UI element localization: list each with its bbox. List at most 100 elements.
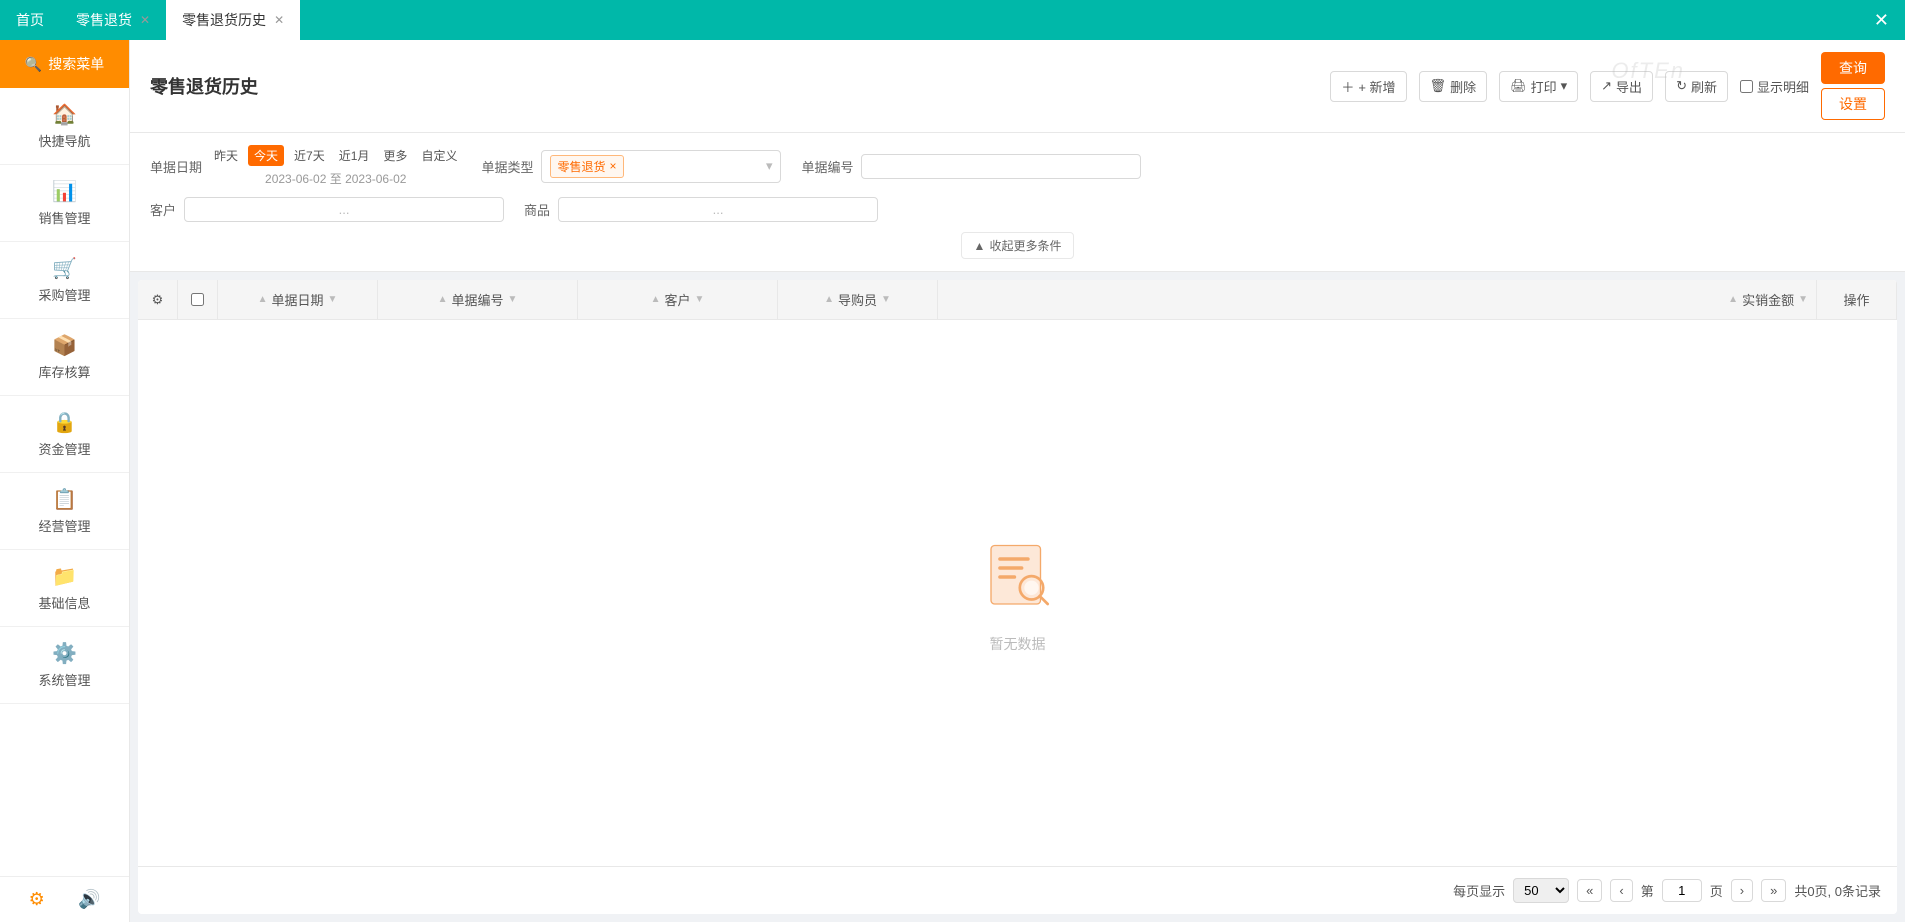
type-tag-close[interactable]: ×: [609, 159, 616, 173]
page-unit: 页: [1710, 881, 1723, 900]
quicknav-icon: 🏠: [52, 102, 77, 127]
per-page-select[interactable]: 50 100 200: [1513, 878, 1569, 903]
sidebar-item-system[interactable]: ⚙️ 系统管理: [0, 627, 129, 704]
prev-page-button[interactable]: ‹: [1610, 879, 1632, 902]
sidebar-item-purchase[interactable]: 🛒 采购管理: [0, 242, 129, 319]
sidebar-item-inventory[interactable]: 📦 库存核算: [0, 319, 129, 396]
export-icon: ↗: [1601, 78, 1612, 94]
th-settings[interactable]: ⚙: [138, 280, 178, 320]
date-7days[interactable]: 近7天: [290, 145, 329, 166]
sidebar: 🔍 搜索菜单 🏠 快捷导航 📊 销售管理 🛒 采购管理 📦 库存核算 🔒 资金管…: [0, 40, 130, 922]
id-input[interactable]: [861, 154, 1141, 179]
type-select[interactable]: 零售退货 × ▾: [541, 150, 781, 183]
empty-illustration: [973, 532, 1063, 622]
refresh-icon: ↻: [1676, 78, 1687, 94]
tab-home[interactable]: 首页: [0, 0, 60, 40]
top-bar: 首页 零售退货 ✕ 零售退货历史 ✕ ✕: [0, 0, 1905, 40]
th-action: 操作: [1817, 280, 1897, 320]
sidebar-bottom: ⚙ 🔊: [0, 876, 129, 922]
th-date: ▲ 单据日期 ▼: [218, 280, 378, 320]
last-page-button[interactable]: »: [1761, 879, 1786, 902]
tab-return[interactable]: 零售退货 ✕: [60, 0, 166, 40]
sales-icon: 📊: [52, 179, 77, 204]
sidebar-item-finance[interactable]: 🔒 资金管理: [0, 396, 129, 473]
filter-customer-item: 客户 ...: [150, 197, 504, 222]
th-amount: ▲ 实销金额 ▼: [938, 280, 1817, 320]
date-range-display: 2023-06-02 至 2023-06-02: [265, 170, 406, 187]
type-dropdown-icon: ▾: [766, 158, 773, 174]
settings-col-icon: ⚙: [152, 292, 164, 308]
date-yesterday[interactable]: 昨天: [210, 145, 242, 166]
search-icon: 🔍: [25, 56, 42, 73]
total-label: 共0页, 0条记录: [1794, 881, 1881, 900]
filter-row-2: 客户 ... 商品 ...: [150, 197, 1885, 222]
th-checkbox[interactable]: [178, 280, 218, 320]
filter-area: 单据日期 昨天 今天 近7天 近1月 更多 自定义 2023-06-02 至 2…: [130, 133, 1905, 272]
collapse-button[interactable]: ▲ 收起更多条件: [961, 232, 1075, 259]
export-button[interactable]: ↗ 导出: [1590, 71, 1653, 102]
sort-asc-icon5: ▲: [1728, 294, 1738, 305]
refresh-button[interactable]: ↻ 刷新: [1665, 71, 1728, 102]
tab-return-history[interactable]: 零售退货历史 ✕: [166, 0, 300, 40]
new-icon: ＋: [1341, 77, 1354, 96]
pagination: 每页显示 50 100 200 « ‹ 第 页 › » 共0页, 0条记录: [138, 866, 1897, 914]
sort-desc-icon2: ▼: [508, 294, 518, 305]
goods-filter-label: 商品: [524, 200, 550, 219]
query-button[interactable]: 查询: [1821, 52, 1885, 84]
sidebar-item-label: 快捷导航: [38, 131, 90, 150]
date-filter-label: 单据日期: [150, 157, 202, 176]
page-number-input[interactable]: [1662, 879, 1702, 902]
date-1month[interactable]: 近1月: [335, 145, 374, 166]
th-guide: ▲ 导购员 ▼: [778, 280, 938, 320]
finance-icon: 🔒: [52, 410, 77, 435]
page-label: 第: [1641, 881, 1654, 900]
sidebar-item-basicinfo[interactable]: 📁 基础信息: [0, 550, 129, 627]
filter-id-item: 单据编号: [801, 154, 1141, 179]
date-custom[interactable]: 自定义: [417, 145, 461, 166]
display-toggle[interactable]: 显示明细: [1740, 77, 1809, 96]
sort-desc-icon: ▼: [328, 294, 338, 305]
tab-return-history-close-icon[interactable]: ✕: [274, 13, 284, 27]
page-header: 零售退货历史 ＋ + 新增 🗑 删除 🖨 打印 ▾ ↗ 导出: [130, 40, 1905, 133]
goods-input[interactable]: ...: [558, 197, 878, 222]
sort-desc-icon5: ▼: [1798, 294, 1808, 305]
basicinfo-icon: 📁: [52, 564, 77, 589]
collapse-icon: ▲: [974, 239, 986, 253]
toolbar: ＋ + 新增 🗑 删除 🖨 打印 ▾ ↗ 导出 ↻: [1330, 52, 1885, 120]
sidebar-item-label: 资金管理: [38, 439, 90, 458]
date-today[interactable]: 今天: [248, 145, 284, 166]
sidebar-item-operations[interactable]: 📋 经营管理: [0, 473, 129, 550]
new-button[interactable]: ＋ + 新增: [1330, 71, 1406, 102]
tab-return-close-icon[interactable]: ✕: [140, 13, 150, 27]
main-layout: 🔍 搜索菜单 🏠 快捷导航 📊 销售管理 🛒 采购管理 📦 库存核算 🔒 资金管…: [0, 40, 1905, 922]
filter-goods-item: 商品 ...: [524, 197, 878, 222]
setting-button[interactable]: 设置: [1821, 88, 1885, 120]
customer-input[interactable]: ...: [184, 197, 504, 222]
sort-asc-icon2: ▲: [438, 294, 448, 305]
type-filter-label: 单据类型: [481, 157, 533, 176]
sidebar-item-label: 基础信息: [38, 593, 90, 612]
settings-bottom-icon[interactable]: ⚙: [29, 889, 45, 910]
empty-text: 暂无数据: [990, 634, 1046, 654]
sidebar-item-label: 系统管理: [38, 670, 90, 689]
sort-asc-icon3: ▲: [651, 294, 661, 305]
next-page-button[interactable]: ›: [1731, 879, 1753, 902]
sidebar-item-sales[interactable]: 📊 销售管理: [0, 165, 129, 242]
display-checkbox[interactable]: [1740, 80, 1753, 93]
print-button[interactable]: 🖨 打印 ▾: [1499, 71, 1578, 102]
sidebar-item-label: 销售管理: [38, 208, 90, 227]
print-dropdown-icon: ▾: [1561, 78, 1568, 94]
collapse-label: 收起更多条件: [989, 237, 1061, 254]
select-all-checkbox[interactable]: [191, 293, 204, 306]
window-close-button[interactable]: ✕: [1858, 10, 1905, 31]
purchase-icon: 🛒: [52, 256, 77, 281]
volume-icon[interactable]: 🔊: [78, 889, 100, 910]
delete-button[interactable]: 🗑 删除: [1419, 71, 1488, 102]
date-more[interactable]: 更多: [379, 145, 411, 166]
sort-desc-icon3: ▼: [695, 294, 705, 305]
date-group: 昨天 今天 近7天 近1月 更多 自定义 2023-06-02 至 2023-0…: [210, 145, 461, 187]
first-page-button[interactable]: «: [1577, 879, 1602, 902]
sidebar-item-label: 采购管理: [38, 285, 90, 304]
sidebar-item-quicknav[interactable]: 🏠 快捷导航: [0, 88, 129, 165]
sidebar-search[interactable]: 🔍 搜索菜单: [0, 40, 129, 88]
